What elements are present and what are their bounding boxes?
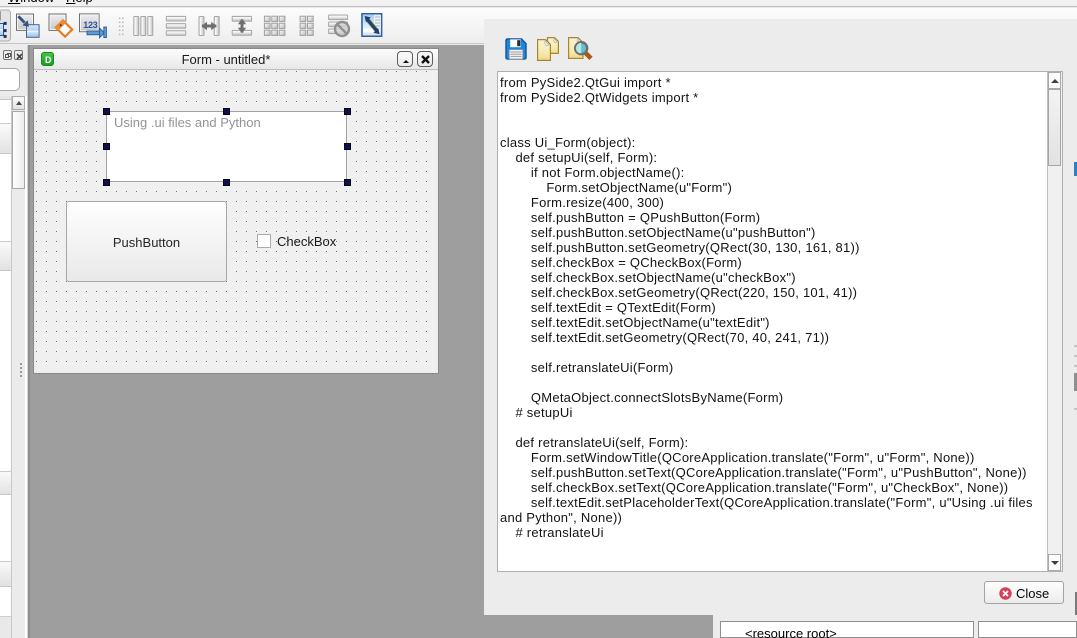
svg-text:123: 123 [83,20,98,30]
